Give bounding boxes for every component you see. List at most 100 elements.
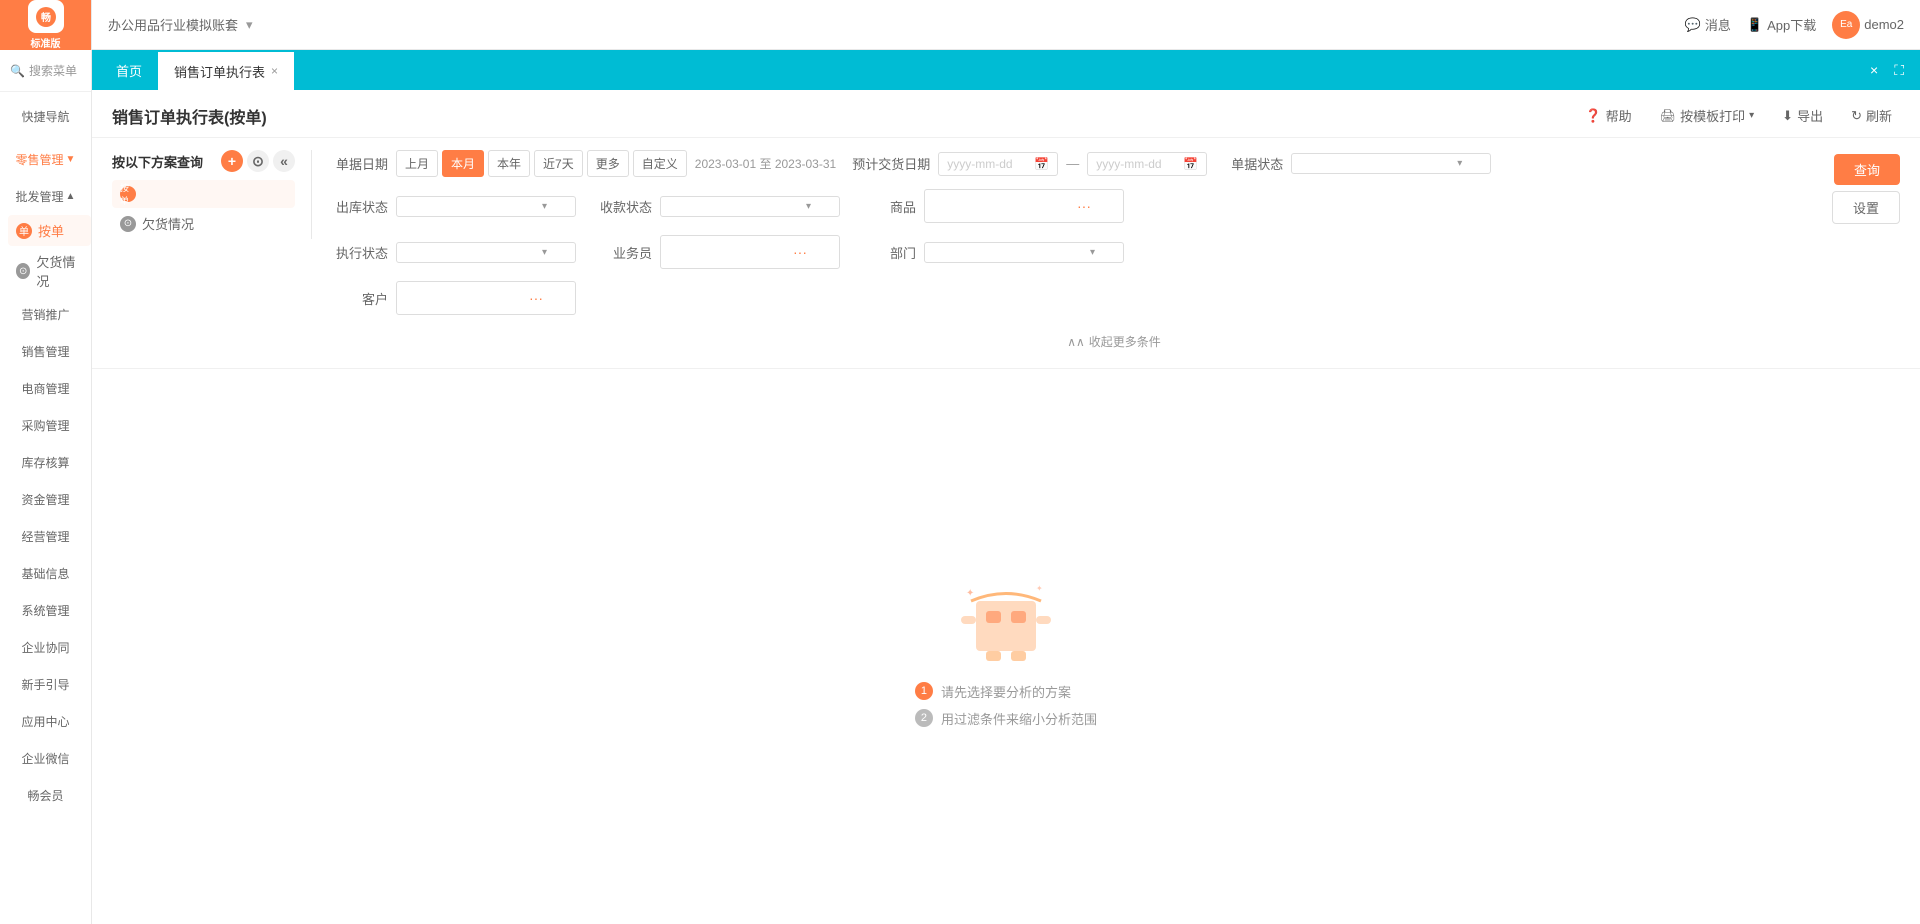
search-menu-button[interactable]: 🔍 搜索菜单	[6, 58, 85, 83]
filter-order-label: 按单	[38, 221, 64, 240]
date-label: 单据日期	[328, 154, 388, 173]
sidebar-item-ecommerce-label: 电商管理	[21, 380, 69, 397]
tab-sales-order[interactable]: 销售订单执行表 ×	[158, 50, 294, 90]
sidebar-item-basic[interactable]: 基础信息	[0, 555, 91, 592]
tab-home[interactable]: 首页	[100, 50, 158, 90]
chevron-up-icon: ▲	[66, 191, 76, 202]
collapse-plan-button[interactable]: «	[273, 150, 295, 172]
empty-steps: 1 请先选择要分析的方案 2 用过滤条件来缩小分析范围	[915, 682, 1097, 728]
sidebar-item-basic-label: 基础信息	[21, 565, 69, 582]
sidebar-item-member[interactable]: 畅会员	[0, 777, 91, 814]
date-last-month[interactable]: 上月	[396, 150, 438, 177]
filter-right-panel: 单据日期 上月 本月 本年 近7天 更多 自定义	[312, 150, 1900, 356]
tab-close-icon[interactable]: ×	[271, 64, 278, 78]
exec-status-select[interactable]: ▾	[396, 242, 576, 263]
payment-arrow-icon: ▾	[806, 201, 811, 212]
date-this-month[interactable]: 本月	[442, 150, 484, 177]
customer-select[interactable]: ···	[396, 281, 576, 315]
sidebar-item-system[interactable]: 系统管理	[0, 592, 91, 629]
sidebar-item-sales[interactable]: 销售管理	[0, 333, 91, 370]
print-label: 按模板打印	[1680, 106, 1745, 125]
delivery-status-select[interactable]: ▾	[396, 196, 576, 217]
sidebar-item-purchase[interactable]: 采购管理	[0, 407, 91, 444]
export-button[interactable]: ⬇ 导出	[1774, 102, 1831, 129]
sidebar-item-finance[interactable]: 资金管理	[0, 481, 91, 518]
search-menu-label: 搜索菜单	[29, 62, 77, 79]
download-icon: 📱	[1747, 17, 1763, 33]
sidebar-item-sales-label: 销售管理	[21, 343, 69, 360]
sidebar-item-wholesale[interactable]: 批发管理 ▲	[0, 178, 91, 215]
exec-status-field: 执行状态 ▾	[328, 242, 576, 263]
customer-dots-icon: ···	[525, 286, 547, 310]
sidebar-item-wechat[interactable]: 企业微信	[0, 740, 91, 777]
plan-item-shortage[interactable]: ⊙ 欠货情况	[112, 208, 295, 239]
sidebar-item-retail-label: 零售管理	[16, 151, 64, 168]
print-icon: 🖨	[1660, 108, 1677, 124]
window-close-icon[interactable]: ×	[1866, 58, 1882, 83]
collapse-bar[interactable]: ∧∧ 收起更多条件	[328, 327, 1900, 356]
department-select[interactable]: ▾	[924, 242, 1124, 263]
expected-date-start-input[interactable]: yyyy-mm-dd 📅	[938, 152, 1058, 176]
tab-sales-order-label: 销售订单执行表	[174, 62, 265, 81]
date-custom[interactable]: 自定义	[633, 150, 687, 177]
app-download-action[interactable]: 📱 App下载	[1747, 15, 1816, 34]
sidebar-item-retail[interactable]: 零售管理 ▼	[0, 141, 91, 178]
settings-button[interactable]: 设置	[1832, 191, 1900, 224]
goods-select[interactable]: ···	[924, 189, 1124, 223]
quick-nav-item[interactable]: 快捷导航	[6, 98, 85, 135]
customer-label: 客户	[328, 289, 388, 308]
filter-shortage-label: 欠货情况	[36, 252, 83, 290]
step-2-text: 用过滤条件来缩小分析范围	[941, 709, 1097, 728]
sidebar-item-business[interactable]: 经营管理	[0, 518, 91, 555]
sidebar-item-inventory[interactable]: 库存核算	[0, 444, 91, 481]
export-icon: ⬇	[1782, 108, 1793, 124]
date-this-year[interactable]: 本年	[488, 150, 530, 177]
collapse-label: 收起更多条件	[1089, 333, 1161, 350]
salesperson-select[interactable]: ···	[660, 235, 840, 269]
add-plan-button[interactable]: +	[221, 150, 243, 172]
message-action[interactable]: 💬 消息	[1685, 15, 1731, 34]
print-arrow-icon: ▾	[1749, 110, 1754, 121]
sidebar-search[interactable]: 🔍 搜索菜单	[0, 50, 91, 92]
goods-dots-icon: ···	[1073, 194, 1095, 218]
sidebar-item-guide[interactable]: 新手引导	[0, 666, 91, 703]
date-last-7[interactable]: 近7天	[534, 150, 583, 177]
tab-bar: 首页 销售订单执行表 × × ⛶	[92, 50, 1920, 90]
filter-main: 按以下方案查询 + ⊙ « 按单 ⊙ 欠货情况	[112, 150, 1900, 356]
plan-item-order[interactable]: 按单	[112, 180, 295, 208]
avatar-text: Ea	[1840, 19, 1852, 30]
refresh-icon: ↻	[1851, 108, 1862, 124]
empty-step-1: 1 请先选择要分析的方案	[915, 682, 1097, 701]
salesperson-label: 业务员	[592, 243, 652, 262]
sidebar-item-appstore[interactable]: 应用中心	[0, 703, 91, 740]
refresh-button[interactable]: ↻ 刷新	[1843, 102, 1900, 129]
step-2-num: 2	[915, 709, 933, 727]
expected-date-end-input[interactable]: yyyy-mm-dd 📅	[1087, 152, 1207, 176]
query-button[interactable]: 查询	[1834, 154, 1900, 185]
help-button[interactable]: ❓ 帮助	[1577, 102, 1639, 129]
sidebar-item-finance-label: 资金管理	[21, 491, 69, 508]
sidebar-item-marketing[interactable]: 营销推广	[0, 296, 91, 333]
order-status-arrow-icon: ▾	[1457, 158, 1462, 169]
filter-shortage[interactable]: ⊙ 欠货情况	[8, 246, 91, 296]
sidebar-item-ecommerce[interactable]: 电商管理	[0, 370, 91, 407]
sidebar-item-cooperation[interactable]: 企业协同	[0, 629, 91, 666]
message-icon: 💬	[1685, 17, 1701, 33]
payment-status-select[interactable]: ▾	[660, 196, 840, 217]
svg-text:✦: ✦	[966, 588, 974, 599]
breadcrumb-arrow-icon: ▾	[246, 17, 253, 33]
content-area: 销售订单执行表(按单) ❓ 帮助 🖨 按模板打印 ▾ ⬇ 导出 ↻ 刷新	[92, 90, 1920, 924]
window-max-icon[interactable]: ⛶	[1890, 58, 1908, 83]
user-profile[interactable]: Ea demo2	[1832, 11, 1904, 39]
date-more[interactable]: 更多	[587, 150, 629, 177]
order-status-select[interactable]: ▾	[1291, 153, 1491, 174]
print-button[interactable]: 🖨 按模板打印 ▾	[1652, 102, 1763, 129]
filter-shortage-icon: ⊙	[16, 263, 30, 279]
empty-illustration: ✦ ✦	[956, 566, 1056, 666]
sidebar-item-member-label: 畅会员	[27, 787, 63, 804]
user-name: demo2	[1864, 17, 1904, 32]
filter-by-order[interactable]: 单 按单	[8, 215, 91, 246]
filter-left-actions: + ⊙ «	[221, 150, 295, 172]
page-actions: ❓ 帮助 🖨 按模板打印 ▾ ⬇ 导出 ↻ 刷新	[1577, 102, 1900, 129]
refresh-plan-button[interactable]: ⊙	[247, 150, 269, 172]
